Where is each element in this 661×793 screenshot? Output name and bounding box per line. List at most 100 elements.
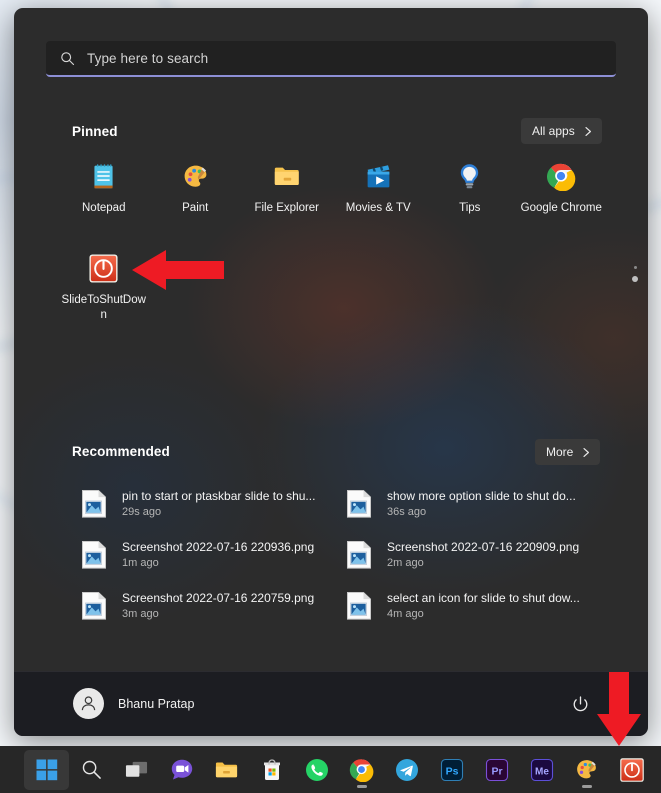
search-icon xyxy=(79,757,105,783)
pinned-app-movies-tv[interactable]: Movies & TV xyxy=(333,156,425,234)
recommended-item-time: 2m ago xyxy=(387,557,424,569)
svg-text:Ps: Ps xyxy=(445,765,458,777)
recommended-item-title: select an icon for slide to shut dow... xyxy=(387,591,580,605)
taskbar-media-encoder-button[interactable]: Me xyxy=(519,750,564,790)
pinned-app-slidetoshutdown[interactable]: SlideToShutDown xyxy=(58,248,150,326)
pinned-app-label: Tips xyxy=(459,202,481,214)
more-label: More xyxy=(546,445,574,459)
taskbar-search-button[interactable] xyxy=(69,750,114,790)
recommended-item[interactable]: Screenshot 2022-07-16 220759.png 3m ago xyxy=(72,580,337,631)
all-apps-button[interactable]: All apps xyxy=(521,118,602,144)
image-file-icon xyxy=(345,489,373,519)
recommended-item-time: 29s ago xyxy=(122,506,162,518)
search-icon xyxy=(60,51,75,66)
folder-icon xyxy=(214,757,240,783)
image-file-icon xyxy=(345,591,373,621)
pinned-app-label: Google Chrome xyxy=(520,202,602,214)
paint-palette-icon xyxy=(179,160,211,192)
start-menu: Type here to search Pinned All apps Note… xyxy=(14,8,648,736)
slide-to-shutdown-icon xyxy=(88,252,120,284)
taskbar-chat-button[interactable] xyxy=(159,750,204,790)
recommended-item[interactable]: Screenshot 2022-07-16 220936.png 1m ago xyxy=(72,529,337,580)
pinned-section-title: Pinned xyxy=(72,124,118,139)
pinned-app-label: Movies & TV xyxy=(345,202,411,214)
paint-palette-icon xyxy=(574,757,600,783)
microsoft-store-icon xyxy=(259,757,285,783)
recommended-item-title: Screenshot 2022-07-16 220936.png xyxy=(122,540,315,554)
chrome-icon xyxy=(349,757,375,783)
telegram-icon xyxy=(394,757,420,783)
chat-teams-icon xyxy=(169,757,195,783)
taskbar-file-explorer-button[interactable] xyxy=(204,750,249,790)
user-name-label: Bhanu Pratap xyxy=(118,696,195,711)
recommended-item-time: 3m ago xyxy=(122,608,159,620)
chevron-right-icon xyxy=(584,126,593,137)
taskbar-microsoft-store-button[interactable] xyxy=(249,750,294,790)
premiere-pro-icon: Pr xyxy=(484,757,510,783)
pinned-app-label: File Explorer xyxy=(254,202,320,214)
recommended-item-title: pin to start or ptaskbar slide to shu... xyxy=(122,489,316,503)
pinned-row: Notepad Paint File Explorer Movies & TV … xyxy=(58,156,608,234)
more-button[interactable]: More xyxy=(535,439,601,465)
notepad-icon xyxy=(88,160,120,192)
recommended-item-time: 1m ago xyxy=(122,557,159,569)
taskbar-start-button[interactable] xyxy=(24,749,69,790)
photoshop-icon: Ps xyxy=(439,757,465,783)
recommended-list: pin to start or ptaskbar slide to shu...… xyxy=(72,478,602,631)
power-button[interactable] xyxy=(566,690,594,718)
movies-tv-icon xyxy=(362,160,394,192)
recommended-item-time: 36s ago xyxy=(387,506,427,518)
windows-logo-icon xyxy=(34,757,60,783)
taskbar-paint-button[interactable] xyxy=(564,750,609,790)
recommended-item[interactable]: select an icon for slide to shut dow... … xyxy=(337,580,602,631)
pinned-app-tips[interactable]: Tips xyxy=(424,156,516,234)
recommended-item[interactable]: Screenshot 2022-07-16 220909.png 2m ago xyxy=(337,529,602,580)
recommended-item-title: show more option slide to shut do... xyxy=(387,489,576,503)
taskbar-task-view-button[interactable] xyxy=(114,750,159,790)
lightbulb-icon xyxy=(454,160,486,192)
desktop: Type here to search Pinned All apps Note… xyxy=(0,0,661,793)
recommended-item[interactable]: show more option slide to shut do... 36s… xyxy=(337,478,602,529)
pinned-app-label: Notepad xyxy=(82,202,126,214)
slide-to-shutdown-icon xyxy=(619,757,645,783)
svg-text:Me: Me xyxy=(535,766,549,777)
taskbar: Ps Pr Me xyxy=(0,746,661,793)
image-file-icon xyxy=(80,540,108,570)
taskbar-slide-to-shutdown-button[interactable] xyxy=(609,750,654,790)
start-menu-footer: Bhanu Pratap xyxy=(14,671,648,736)
pinned-apps-grid: Notepad Paint File Explorer Movies & TV … xyxy=(58,156,608,326)
pinned-row: SlideToShutDown xyxy=(58,248,608,326)
pinned-app-label: SlideToShutDown xyxy=(61,294,146,321)
taskbar-whatsapp-button[interactable] xyxy=(294,750,339,790)
pinned-app-paint[interactable]: Paint xyxy=(150,156,242,234)
taskbar-google-chrome-button[interactable] xyxy=(339,750,384,790)
user-avatar-icon xyxy=(73,688,104,719)
chevron-right-icon xyxy=(582,447,591,458)
chrome-icon xyxy=(545,160,577,192)
recommended-item-title: Screenshot 2022-07-16 220759.png xyxy=(122,591,315,605)
recommended-item[interactable]: pin to start or ptaskbar slide to shu...… xyxy=(72,478,337,529)
search-placeholder: Type here to search xyxy=(87,50,209,66)
all-apps-label: All apps xyxy=(532,124,575,138)
pinned-scrollbar-dots[interactable] xyxy=(632,266,638,282)
user-account-button[interactable]: Bhanu Pratap xyxy=(73,688,194,719)
recommended-item-title: Screenshot 2022-07-16 220909.png xyxy=(387,540,580,554)
task-view-icon xyxy=(124,757,150,783)
pinned-app-label: Paint xyxy=(182,202,209,214)
media-encoder-icon: Me xyxy=(529,757,555,783)
folder-icon xyxy=(271,160,303,192)
pinned-app-google-chrome[interactable]: Google Chrome xyxy=(516,156,608,234)
taskbar-photoshop-button[interactable]: Ps xyxy=(429,750,474,790)
taskbar-premiere-pro-button[interactable]: Pr xyxy=(474,750,519,790)
image-file-icon xyxy=(345,540,373,570)
pinned-app-file-explorer[interactable]: File Explorer xyxy=(241,156,333,234)
recommended-section-title: Recommended xyxy=(72,444,170,459)
pinned-app-notepad[interactable]: Notepad xyxy=(58,156,150,234)
taskbar-telegram-button[interactable] xyxy=(384,750,429,790)
svg-text:Pr: Pr xyxy=(491,765,502,777)
whatsapp-icon xyxy=(304,757,330,783)
image-file-icon xyxy=(80,591,108,621)
recommended-item-time: 4m ago xyxy=(387,608,424,620)
search-input[interactable]: Type here to search xyxy=(46,41,616,77)
image-file-icon xyxy=(80,489,108,519)
